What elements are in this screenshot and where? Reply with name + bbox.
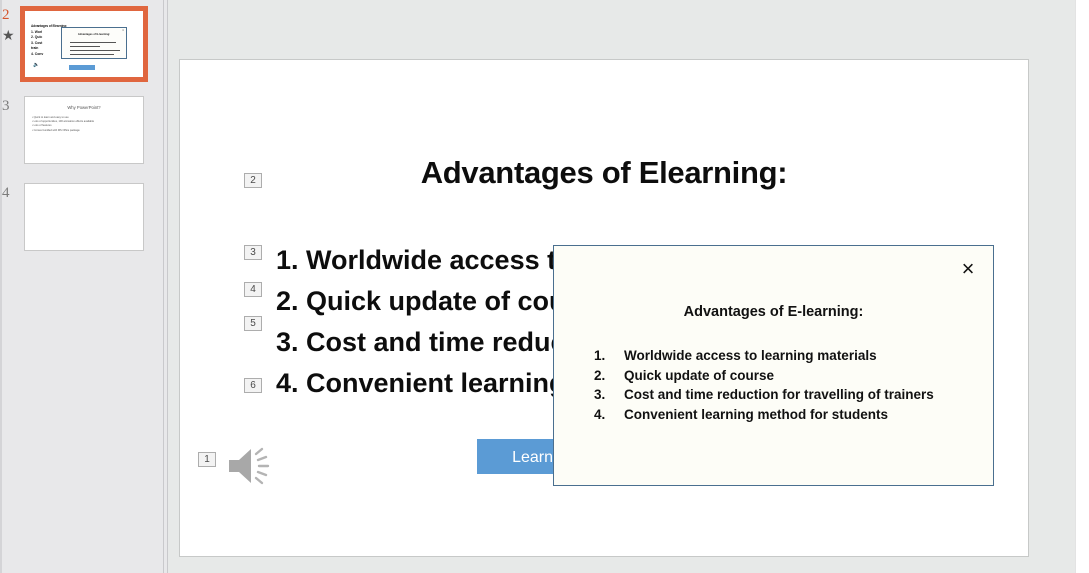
thumbnail-preview-3: Why PowerPoint? Quick to learn and easy …	[25, 97, 143, 163]
thumbnail-preview-4	[25, 184, 143, 250]
modal-item-number: 1.	[594, 348, 606, 363]
modal-title: Advantages of E-learning:	[683, 304, 864, 320]
audio-speaker-icon[interactable]	[225, 445, 273, 487]
modal-item-text: Worldwide access to learning materials	[624, 348, 877, 363]
thumb-modal-title: Advantages of E-learning:	[77, 33, 111, 36]
slide-thumbnail-2[interactable]: 2 ★ Advantages of Elearning: 1. Worl 2. …	[0, 6, 163, 84]
modal-item-number: 3.	[594, 387, 606, 402]
thumb-speaker-icon: 🔈	[33, 62, 40, 68]
powerpoint-editor: 2 ★ Advantages of Elearning: 1. Worl 2. …	[0, 0, 1089, 573]
thumb-modal-preview: × Advantages of E-learning:	[61, 27, 127, 59]
slide-title-text[interactable]: Advantages of Elearning:	[180, 155, 1028, 191]
star-icon: ★	[2, 27, 15, 43]
modal-list-item: 3. Cost and time reduction for travellin…	[594, 385, 984, 405]
thumbnail-frame-2[interactable]: Advantages of Elearning: 1. Worl 2. Quic…	[20, 6, 148, 82]
animation-tag-3[interactable]: 3	[244, 245, 262, 260]
animation-tag-4[interactable]: 4	[244, 282, 262, 297]
animation-tag-6[interactable]: 6	[244, 378, 262, 393]
modal-list-item: 2. Quick update of course	[594, 366, 984, 386]
thumbnail-frame-3[interactable]: Why PowerPoint? Quick to learn and easy …	[24, 96, 144, 164]
slide-thumbnail-3[interactable]: 3 Why PowerPoint? Quick to learn and eas…	[0, 96, 163, 168]
slide-canvas[interactable]: 2 3 4 5 6 1 Advantages of Elearning: Wor…	[179, 59, 1029, 557]
slide-number-3: 3	[2, 98, 10, 114]
slide-number-2: 2	[2, 7, 10, 23]
slide-navigator-pane[interactable]: 2 ★ Advantages of Elearning: 1. Worl 2. …	[0, 0, 163, 573]
navigator-left-rail	[0, 0, 2, 573]
thumb-learn-more-button	[69, 65, 95, 70]
modal-items-list: 1. Worldwide access to learning material…	[594, 346, 984, 424]
thumbnail-preview-2: Advantages of Elearning: 1. Worl 2. Quic…	[25, 11, 143, 77]
thumb-slide-items: 1. Worl 2. Quic 3. Cost train 4. Conv	[31, 30, 44, 56]
slide-number-4: 4	[2, 185, 10, 201]
modal-item-text: Convenient learning method for students	[624, 406, 889, 422]
vertical-scrollbar[interactable]	[1075, 0, 1089, 573]
modal-list-item: 4. Convenient learning method for studen…	[594, 405, 984, 425]
modal-list-item: 1. Worldwide access to learning material…	[594, 346, 984, 366]
thumb3-bullets: Quick to learn and easy to use Lots of o…	[32, 116, 94, 133]
slide-edit-area: 2 3 4 5 6 1 Advantages of Elearning: Wor…	[168, 0, 1089, 573]
thumb-modal-close-icon: ×	[122, 28, 124, 32]
thumbnail-frame-4[interactable]	[24, 183, 144, 251]
modal-item-text: Quick update of course	[624, 367, 775, 383]
modal-item-number: 2.	[594, 367, 606, 383]
modal-item-text: Cost and time reduction for travelling o…	[624, 387, 934, 402]
modal-item-number: 4.	[594, 406, 606, 422]
close-icon[interactable]: ×	[955, 256, 981, 282]
animation-tag-5[interactable]: 5	[244, 316, 262, 331]
animation-tag-1[interactable]: 1	[198, 452, 216, 467]
advantages-modal-dialog[interactable]: × Advantages of E-learning: 1. Worldwide…	[553, 245, 994, 486]
slide-thumbnail-4[interactable]: 4	[0, 183, 163, 255]
thumb3-title: Why PowerPoint?	[67, 105, 101, 110]
